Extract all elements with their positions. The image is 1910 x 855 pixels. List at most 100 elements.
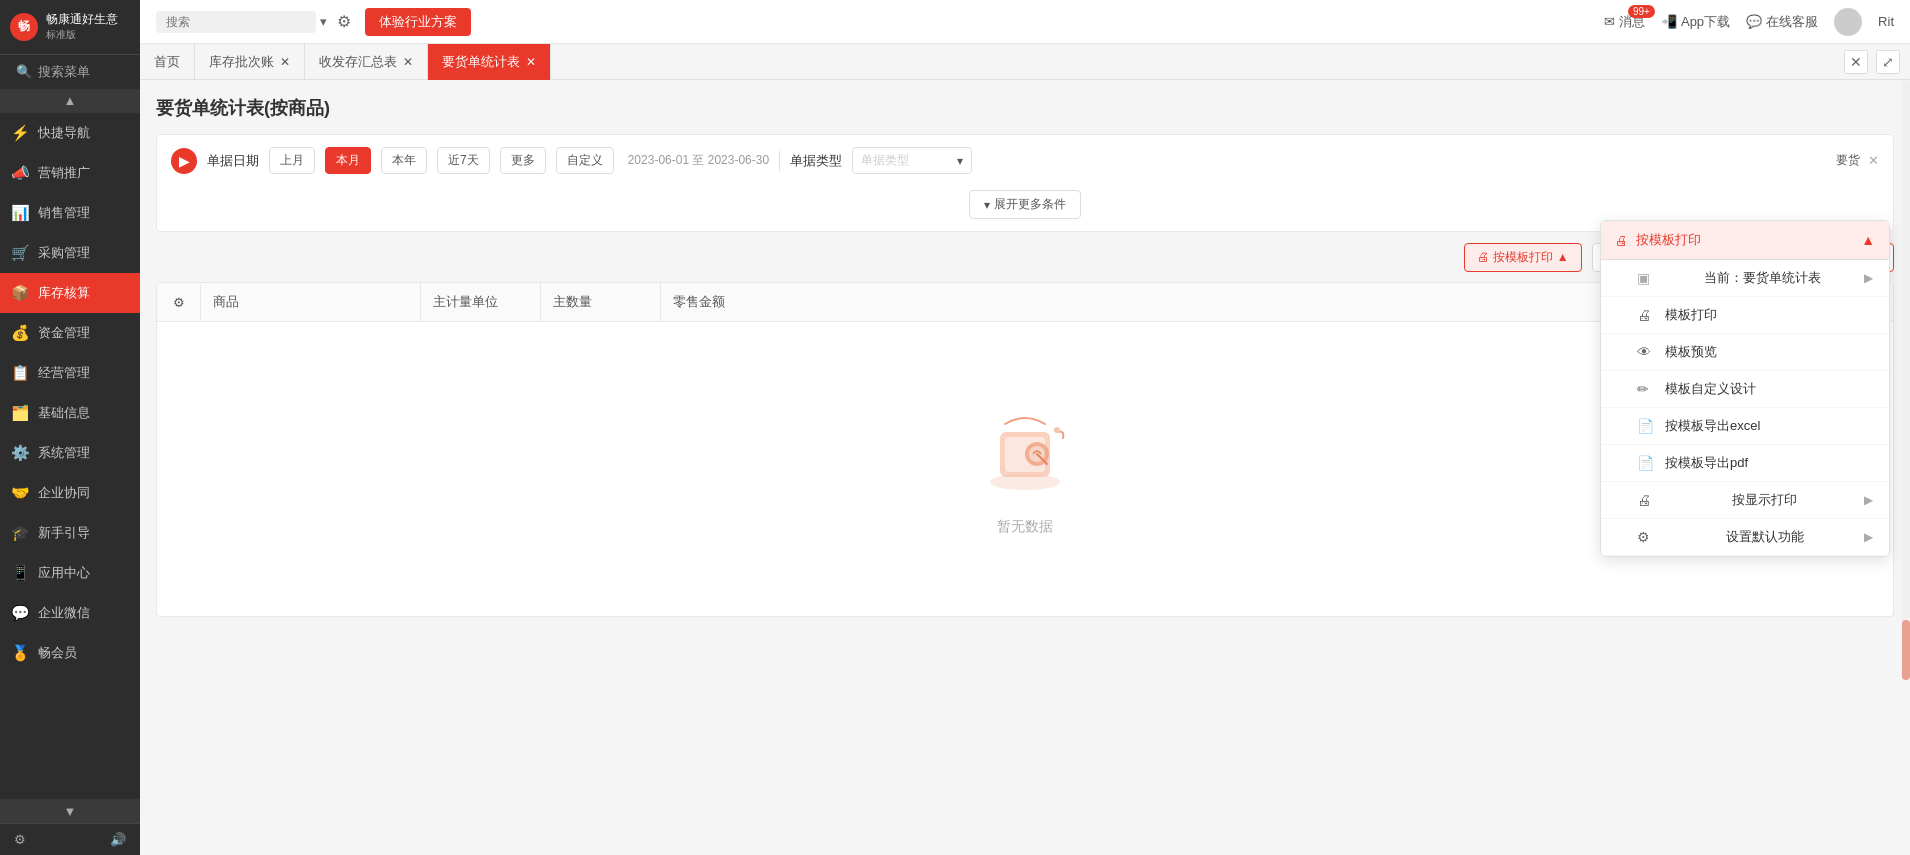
sidebar-scroll-down[interactable]: ▼ [0, 799, 140, 823]
sidebar-item-newbie[interactable]: 🎓 新手引导 [0, 513, 140, 553]
current-template-icon: ▣ [1637, 270, 1650, 286]
dropdown-export-excel[interactable]: 📄 按模板导出excel [1601, 408, 1889, 445]
sidebar-settings-icon[interactable]: ⚙ [14, 832, 26, 847]
header-search-input[interactable] [156, 11, 316, 33]
export-excel-icon: 📄 [1637, 418, 1655, 434]
date-btn-more[interactable]: 更多 [500, 147, 546, 174]
dropdown-display-print[interactable]: 🖨 按显示打印 ▶ [1601, 482, 1889, 519]
dropdown-print-icon: 🖨 [1615, 233, 1628, 248]
quick-nav-icon: ⚡ [10, 123, 30, 143]
sidebar-item-finance[interactable]: 💰 资金管理 [0, 313, 140, 353]
filter-expand-icon[interactable]: ▶ [171, 148, 197, 174]
page-scrollbar[interactable] [1902, 80, 1910, 680]
app-download-icon: 📲 [1661, 14, 1677, 29]
date-btn-7days[interactable]: 近7天 [437, 147, 490, 174]
sidebar-item-label: 快捷导航 [38, 124, 90, 142]
sidebar-item-label: 销售管理 [38, 204, 90, 222]
tab-home[interactable]: 首页 [140, 44, 195, 80]
filter-type-label: 单据类型 [790, 152, 842, 170]
sidebar-item-label: 畅会员 [38, 644, 77, 662]
dropdown-current-template[interactable]: ▣ 当前：要货单统计表 ▶ [1601, 260, 1889, 297]
operations-icon: 📋 [10, 363, 30, 383]
sidebar-item-label: 企业微信 [38, 604, 90, 622]
sidebar-item-system[interactable]: ⚙️ 系统管理 [0, 433, 140, 473]
sidebar-item-label: 基础信息 [38, 404, 90, 422]
tabs-maximize-button[interactable]: ⤢ [1876, 50, 1900, 74]
sales-icon: 📊 [10, 203, 30, 223]
filter-date-label: 单据日期 [207, 152, 259, 170]
default-func-icon: ⚙ [1637, 529, 1655, 545]
sidebar-item-marketing[interactable]: 📣 营销推广 [0, 153, 140, 193]
print-template-button[interactable]: 🖨 按模板打印 ▲ [1464, 243, 1582, 272]
display-print-icon: 🖨 [1637, 492, 1655, 508]
dropdown-template-design[interactable]: ✏ 模板自定义设计 [1601, 371, 1889, 408]
inventory-icon: 📦 [10, 283, 30, 303]
expand-icon: ▾ [984, 198, 990, 212]
main-content: ▾ ⚙ 体验行业方案 ✉ 消息 99+ 📲 App下载 💬 在线客服 Rit 首… [140, 0, 1910, 855]
sidebar-item-wechat[interactable]: 💬 企业微信 [0, 593, 140, 633]
header-search-dropdown[interactable]: ▾ [320, 14, 327, 29]
sidebar-item-label: 库存核算 [38, 284, 90, 302]
filter-tag-close-icon[interactable]: ✕ [1868, 153, 1879, 168]
app-badge: 标准版 [46, 28, 118, 42]
print-chevron-up-icon: ▲ [1557, 250, 1569, 264]
sidebar-item-quick-nav[interactable]: ⚡ 快捷导航 [0, 113, 140, 153]
filter-divider [779, 151, 780, 171]
tab-order-stats[interactable]: 要货单统计表 ✕ [428, 44, 551, 80]
sidebar-item-sales[interactable]: 📊 销售管理 [0, 193, 140, 233]
sidebar-item-label: 应用中心 [38, 564, 90, 582]
sidebar-item-member[interactable]: 🏅 畅会员 [0, 633, 140, 673]
sidebar-item-operations[interactable]: 📋 经营管理 [0, 353, 140, 393]
date-range-text: 2023-06-01 至 2023-06-30 [628, 152, 769, 169]
tab-inventory-batch-close[interactable]: ✕ [280, 55, 290, 69]
header-settings-icon[interactable]: ⚙ [337, 12, 351, 31]
tab-receipt-summary[interactable]: 收发存汇总表 ✕ [305, 44, 428, 80]
tab-home-label: 首页 [154, 53, 180, 71]
app-logo[interactable]: 畅 畅康通好生意 标准版 [0, 0, 140, 55]
dropdown-template-print[interactable]: 🖨 模板打印 [1601, 297, 1889, 334]
page-scrollbar-thumb[interactable] [1902, 620, 1910, 680]
user-avatar[interactable] [1834, 8, 1862, 36]
tabs-right-controls: ✕ ⤢ [1834, 50, 1910, 74]
export-pdf-label: 按模板导出pdf [1665, 454, 1873, 472]
system-icon: ⚙️ [10, 443, 30, 463]
sidebar-item-label: 资金管理 [38, 324, 90, 342]
display-print-arrow-icon: ▶ [1864, 493, 1873, 507]
trial-button[interactable]: 体验行业方案 [365, 8, 471, 36]
print-label: 按模板打印 [1493, 249, 1553, 266]
sidebar-item-inventory[interactable]: 📦 库存核算 [0, 273, 140, 313]
tab-receipt-summary-close[interactable]: ✕ [403, 55, 413, 69]
sidebar-item-collab[interactable]: 🤝 企业协同 [0, 473, 140, 513]
messages-button[interactable]: ✉ 消息 99+ [1604, 13, 1645, 31]
template-design-label: 模板自定义设计 [1665, 380, 1873, 398]
date-btn-current-year[interactable]: 本年 [381, 147, 427, 174]
date-btn-current-month[interactable]: 本月 [325, 147, 371, 174]
dropdown-chevron-icon[interactable]: ▲ [1861, 232, 1875, 248]
date-btn-prev-month[interactable]: 上月 [269, 147, 315, 174]
dropdown-template-preview[interactable]: 👁 模板预览 [1601, 334, 1889, 371]
username-label[interactable]: Rit [1878, 14, 1894, 29]
date-btn-custom[interactable]: 自定义 [556, 147, 614, 174]
tab-order-stats-close[interactable]: ✕ [526, 55, 536, 69]
sidebar-item-label: 营销推广 [38, 164, 90, 182]
expand-more-button[interactable]: ▾ 展开更多条件 [969, 190, 1081, 219]
sidebar-scroll-up[interactable]: ▲ [0, 89, 140, 113]
filter-type-select[interactable]: 单据类型 ▾ [852, 147, 972, 174]
app-download-button[interactable]: 📲 App下载 [1661, 13, 1730, 31]
tab-inventory-batch[interactable]: 库存批次账 ✕ [195, 44, 305, 80]
sidebar-item-basic[interactable]: 🗂️ 基础信息 [0, 393, 140, 433]
tabs-close-all-button[interactable]: ✕ [1844, 50, 1868, 74]
sidebar-item-appstore[interactable]: 📱 应用中心 [0, 553, 140, 593]
sidebar-item-purchase[interactable]: 🛒 采购管理 [0, 233, 140, 273]
th-qty: 主数量 [541, 283, 661, 321]
online-service-button[interactable]: 💬 在线客服 [1746, 13, 1818, 31]
dropdown-export-pdf[interactable]: 📄 按模板导出pdf [1601, 445, 1889, 482]
sidebar-speaker-icon[interactable]: 🔊 [110, 832, 126, 847]
filter-type-value: 单据类型 [861, 152, 909, 169]
th-settings[interactable]: ⚙ [157, 285, 201, 320]
default-func-label: 设置默认功能 [1726, 528, 1804, 546]
app-name: 畅康通好生意 [46, 12, 118, 28]
sidebar-search[interactable]: 🔍 搜索菜单 [0, 55, 140, 89]
dropdown-default-func[interactable]: ⚙ 设置默认功能 ▶ [1601, 519, 1889, 556]
dropdown-header-label: 按模板打印 [1636, 231, 1701, 249]
